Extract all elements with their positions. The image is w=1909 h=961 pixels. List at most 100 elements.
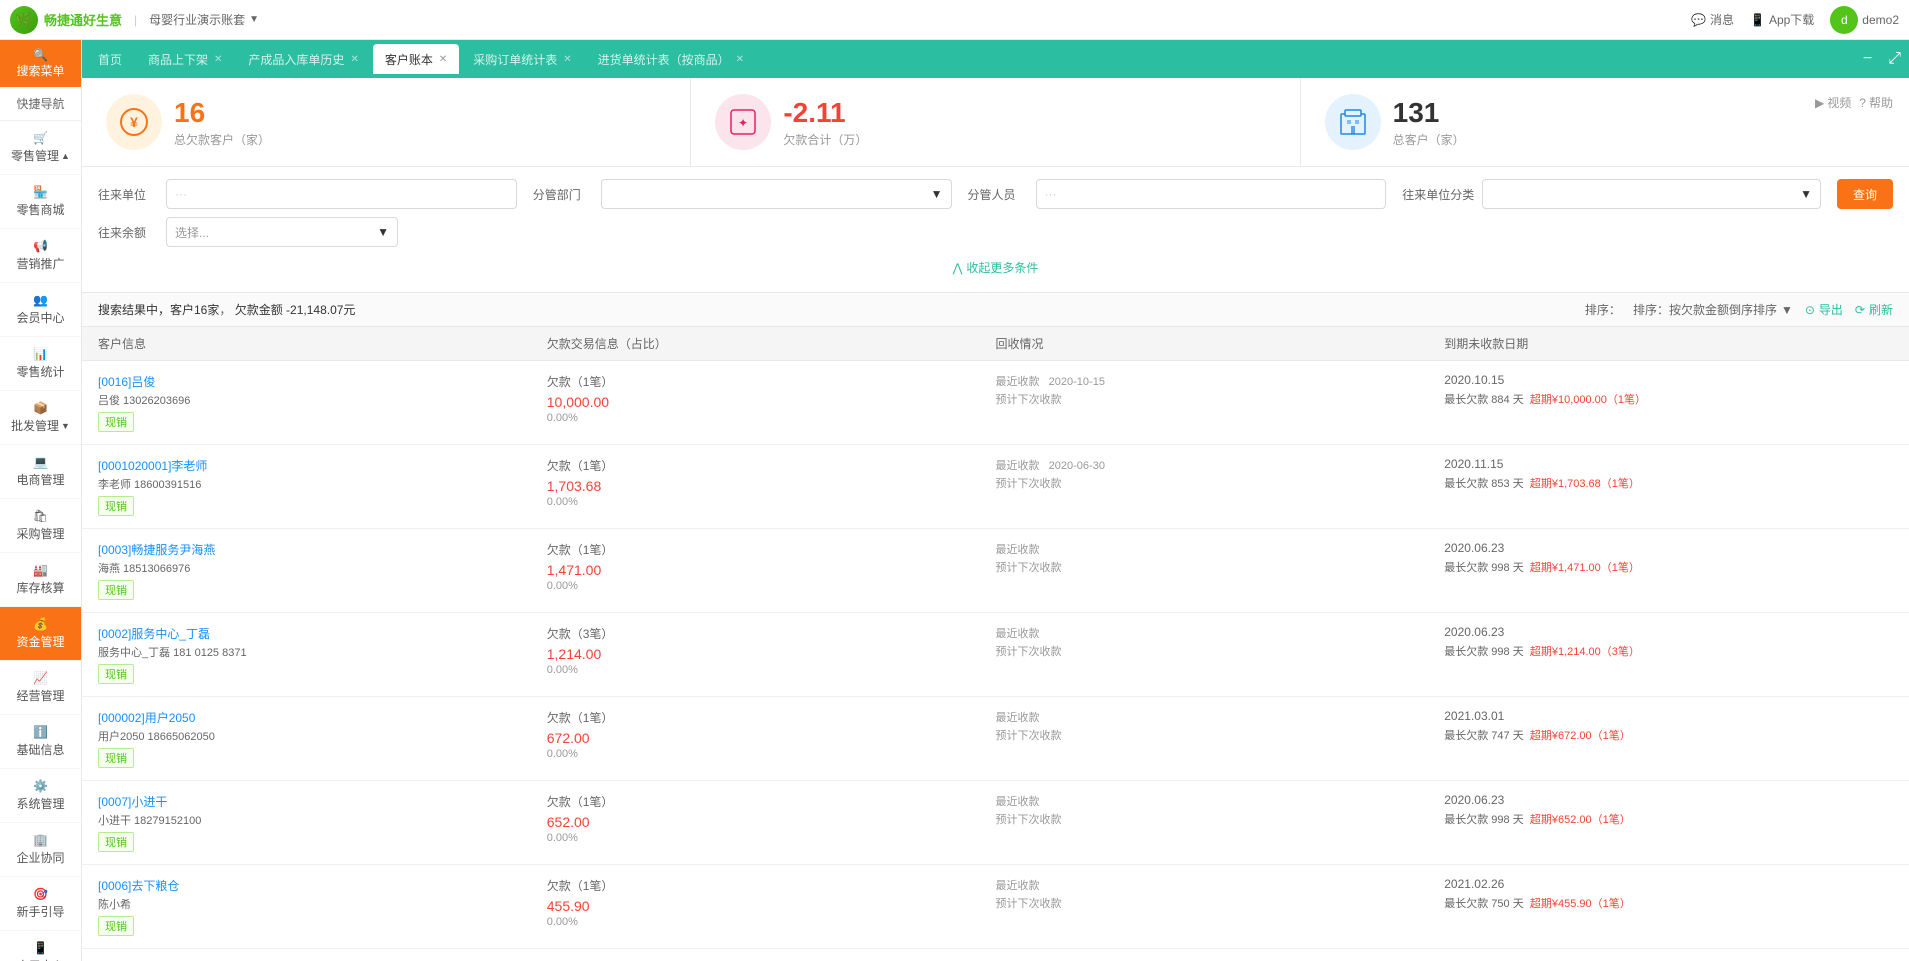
debt-info-6: 欠款（1笔） 455.90 0.00% (547, 877, 996, 928)
sidebar-item-enterprise[interactable]: 🏢 企业协同 (0, 823, 81, 877)
customer-info-4: [000002]用户2050 用户2050 18665062050 现销 (98, 709, 547, 768)
sidebar-item-inventory[interactable]: 🏭 库存核算 (0, 553, 81, 607)
debt-amount-5: 652.00 (547, 814, 996, 830)
tab-inbound-stats[interactable]: 进货单统计表（按商品） ✕ (586, 44, 756, 74)
sidebar-item-retail-management[interactable]: 🛒 零售管理 ▲ (0, 121, 81, 175)
customer-name-0[interactable]: [0016]吕俊 (98, 373, 547, 390)
overdue-amount-0[interactable]: 超期¥10,000.00（1笔） (1530, 394, 1646, 406)
tab-customer-ledger[interactable]: 客户账本 ✕ (373, 44, 459, 74)
tab-home[interactable]: 首页 (86, 44, 134, 74)
tab-purchase-stats[interactable]: 采购订单统计表 ✕ (461, 44, 583, 74)
filter-label-category: 往来单位分类 (1402, 186, 1474, 203)
collapse-button[interactable]: ⋀ 收起更多条件 (98, 255, 1893, 280)
recovery-next-0: 预计下次收款 (996, 391, 1445, 407)
overdue-date-3: 2020.06.23 (1444, 625, 1893, 639)
refresh-button[interactable]: ⟳ 刷新 (1855, 301, 1893, 318)
user-menu[interactable]: d demo2 (1830, 6, 1899, 34)
stat-info-customers: 16 总欠款客户（家） (174, 97, 270, 148)
overdue-amount-2[interactable]: 超期¥1,471.00（1笔） (1530, 562, 1640, 574)
stat-card-total: 131 总客户（家） ▶ 视频 ? 帮助 (1301, 78, 1909, 166)
sidebar-item-app-center[interactable]: 📱 应用中心 (0, 931, 81, 961)
sidebar-item-purchase[interactable]: 🛍 采购管理 (0, 499, 81, 553)
tab-close-purchase-stats[interactable]: ✕ (563, 54, 571, 65)
filter-select-balance[interactable]: 选择... ▼ (166, 217, 398, 247)
debt-info-4: 欠款（1笔） 672.00 0.00% (547, 709, 996, 760)
customer-name-6[interactable]: [0006]去下粮仓 (98, 877, 547, 894)
sidebar-item-basic-info[interactable]: ℹ️ 基础信息 (0, 715, 81, 769)
customer-sub-1: 李老师 18600391516 (98, 476, 547, 492)
customer-sub-6: 陈小希 (98, 896, 547, 912)
table-row: [0016]吕俊 吕俊 13026203696 现销 欠款（1笔） 10,000… (82, 361, 1909, 445)
overdue-date-6: 2021.02.26 (1444, 877, 1893, 891)
marketing-icon: 📢 (33, 239, 48, 253)
tab-production-history[interactable]: 产成品入库单历史 ✕ (236, 44, 370, 74)
sidebar-item-member[interactable]: 👥 会员中心 (0, 283, 81, 337)
sidebar: 🔍 搜索菜单 快捷导航 🛒 零售管理 ▲ 🏪 零售商城 📢 营销推广 👥 会员中… (0, 40, 82, 961)
filter-select-dept[interactable]: ▼ (601, 179, 952, 209)
enterprise-icon: 🏢 (33, 833, 48, 847)
sidebar-item-retail-mall[interactable]: 🏪 零售商城 (0, 175, 81, 229)
overdue-days-1: 最长欠款 853 天 超期¥1,703.68（1笔） (1444, 475, 1893, 491)
sidebar-item-system[interactable]: ⚙️ 系统管理 (0, 769, 81, 823)
sidebar-item-wholesale[interactable]: 📦 批发管理 ▼ (0, 391, 81, 445)
tab-close-inbound-stats[interactable]: ✕ (736, 54, 744, 65)
company-name: 母婴行业演示账套 (149, 11, 245, 28)
video-btn[interactable]: ▶ 视频 (1815, 94, 1851, 111)
tab-close-customer-ledger[interactable]: ✕ (439, 54, 447, 65)
tab-minimize-btn[interactable]: − (1859, 50, 1876, 68)
results-actions: 排序： 排序：按欠款金额倒序排序 ▼ ⊙ 导出 ⟳ 刷新 (1585, 301, 1893, 318)
sidebar-item-ecommerce[interactable]: 💻 电商管理 (0, 445, 81, 499)
search-button[interactable]: 查询 (1837, 179, 1893, 209)
debt-amount-4: 672.00 (547, 730, 996, 746)
overdue-amount-4[interactable]: 超期¥672.00（1笔） (1530, 730, 1631, 742)
overdue-amount-5[interactable]: 超期¥652.00（1笔） (1530, 814, 1631, 826)
sidebar-item-guide[interactable]: 🎯 新手引导 (0, 877, 81, 931)
sidebar-quick-nav[interactable]: 快捷导航 (0, 87, 81, 121)
filter-select-category[interactable]: ▼ (1482, 179, 1821, 209)
filter-input-person[interactable]: ··· (1036, 179, 1387, 209)
logo-icon: 🌿 (10, 6, 38, 34)
tab-maximize-btn[interactable]: ⤢ (1884, 50, 1905, 68)
customer-tag-1: 现销 (98, 496, 134, 516)
recovery-label-1: 最近收款 2020-06-30 (996, 457, 1445, 473)
debt-count-6: 欠款（1笔） (547, 877, 996, 894)
overdue-amount-3[interactable]: 超期¥1,214.00（3笔） (1530, 646, 1640, 658)
debt-count-3: 欠款（3笔） (547, 625, 996, 642)
customer-name-3[interactable]: [0002]服务中心_丁磊 (98, 625, 547, 642)
customer-tag-0: 现销 (98, 412, 134, 432)
filter-item-balance: 往来余额 选择... ▼ (98, 217, 398, 247)
tab-product-listing[interactable]: 商品上下架 ✕ (136, 44, 234, 74)
tab-close-product-listing[interactable]: ✕ (214, 54, 222, 65)
message-btn[interactable]: 💬 消息 (1691, 11, 1734, 28)
customer-tag-2: 现销 (98, 580, 134, 600)
chevron-category-icon: ▼ (1800, 187, 1812, 201)
recovery-next-1: 预计下次收款 (996, 475, 1445, 491)
recovery-next-6: 预计下次收款 (996, 895, 1445, 911)
collapse-area: ⋀ 收起更多条件 (98, 255, 1893, 280)
company-select[interactable]: 母婴行业演示账套 ▼ (149, 11, 259, 28)
app-download-btn[interactable]: 📱 App下载 (1750, 11, 1814, 28)
overdue-info-3: 2020.06.23 最长欠款 998 天 超期¥1,214.00（3笔） (1444, 625, 1893, 659)
recovery-next-3: 预计下次收款 (996, 643, 1445, 659)
customer-name-5[interactable]: [0007]小进干 (98, 793, 547, 810)
customer-name-1[interactable]: [0001020001]李老师 (98, 457, 547, 474)
stat-icon-building (1325, 94, 1381, 150)
customer-info-2: [0003]畅捷服务尹海燕 海燕 18513066976 现销 (98, 541, 547, 600)
filter-input-supplier[interactable]: ··· (166, 179, 517, 209)
debt-percent-4: 0.00% (547, 748, 996, 760)
export-button[interactable]: ⊙ 导出 (1805, 301, 1843, 318)
customer-name-4[interactable]: [000002]用户2050 (98, 709, 547, 726)
sidebar-item-marketing[interactable]: 📢 营销推广 (0, 229, 81, 283)
customer-name-2[interactable]: [0003]畅捷服务尹海燕 (98, 541, 547, 558)
help-icon: ? (1859, 96, 1866, 110)
sidebar-item-retail-stats[interactable]: 📊 零售统计 (0, 337, 81, 391)
overdue-amount-6[interactable]: 超期¥455.90（1笔） (1530, 898, 1631, 910)
sidebar-item-finance[interactable]: 💰 资金管理 (0, 607, 81, 661)
help-btn[interactable]: ? 帮助 (1859, 94, 1893, 111)
overdue-amount-1[interactable]: 超期¥1,703.68（1笔） (1530, 478, 1640, 490)
filter-label-supplier: 往来单位 (98, 186, 158, 203)
sidebar-search[interactable]: 🔍 搜索菜单 (0, 40, 81, 87)
sort-select[interactable]: 排序：按欠款金额倒序排序 ▼ (1633, 301, 1793, 318)
tab-close-production-history[interactable]: ✕ (350, 54, 358, 65)
sidebar-item-operations[interactable]: 📈 经营管理 (0, 661, 81, 715)
